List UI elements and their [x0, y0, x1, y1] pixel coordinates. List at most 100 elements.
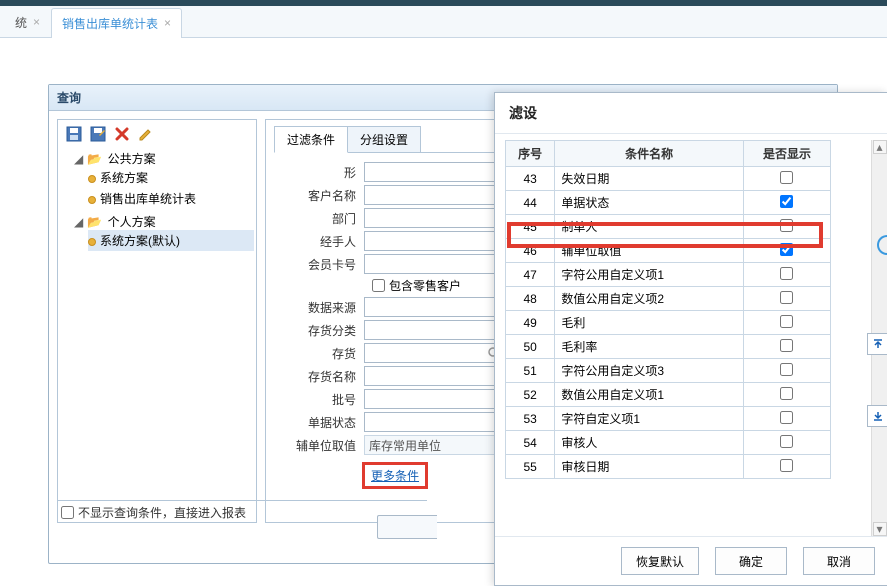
input-some[interactable]	[364, 162, 504, 182]
tab-group[interactable]: 分组设置	[347, 126, 421, 153]
move-up-top-button[interactable]	[867, 333, 887, 355]
close-icon[interactable]: ×	[164, 16, 171, 30]
tab-filter[interactable]: 过滤条件	[274, 126, 348, 153]
label-handler: 经手人	[284, 233, 364, 250]
include-retail-checkbox[interactable]	[372, 279, 385, 292]
table-row[interactable]: 52数值公用自定义项1	[506, 383, 831, 407]
tree-item[interactable]: 系统方案(默认)	[100, 234, 180, 248]
row-no: 55	[506, 455, 555, 479]
row-show-checkbox[interactable]	[780, 195, 793, 208]
folder-icon: 📂	[87, 215, 102, 229]
row-no: 47	[506, 263, 555, 287]
inv-class-input[interactable]	[364, 320, 504, 340]
tab-partial[interactable]: 统 ×	[4, 7, 51, 37]
row-show-checkbox[interactable]	[780, 459, 793, 472]
col-name: 条件名称	[555, 141, 744, 167]
tab-active-label: 销售出库单统计表	[62, 15, 158, 32]
scroll-down-icon[interactable]: ▾	[873, 522, 887, 536]
label-member: 会员卡号	[284, 256, 364, 273]
cancel-button[interactable]: 取消	[803, 547, 875, 575]
delete-icon[interactable]	[114, 126, 130, 142]
source-input[interactable]	[364, 297, 504, 317]
tree-pane: ◢ 📂 公共方案 系统方案 销售出库单统计表 ◢ 📂 个人方案 系统方	[57, 119, 257, 523]
item-icon	[88, 196, 96, 204]
handler-input[interactable]	[364, 231, 504, 251]
row-no: 43	[506, 167, 555, 191]
table-row[interactable]: 50毛利率	[506, 335, 831, 359]
row-no: 54	[506, 431, 555, 455]
row-show-checkbox[interactable]	[780, 363, 793, 376]
table-row[interactable]: 46辅单位取值	[506, 239, 831, 263]
batch-input[interactable]	[364, 389, 504, 409]
inv-input[interactable]	[364, 343, 504, 363]
row-name: 制单人	[555, 215, 744, 239]
save-as-icon[interactable]	[90, 126, 106, 142]
row-name: 字符公用自定义项3	[555, 359, 744, 383]
row-show-checkbox[interactable]	[780, 315, 793, 328]
row-name: 毛利率	[555, 335, 744, 359]
row-name: 数值公用自定义项2	[555, 287, 744, 311]
tree-public-label[interactable]: 公共方案	[108, 152, 156, 166]
customer-input[interactable]	[364, 185, 504, 205]
close-icon[interactable]: ×	[33, 15, 40, 29]
row-show-checkbox[interactable]	[780, 411, 793, 424]
status-input[interactable]	[364, 412, 504, 432]
row-no: 49	[506, 311, 555, 335]
member-input[interactable]	[364, 254, 504, 274]
row-show-checkbox[interactable]	[780, 267, 793, 280]
row-name: 审核日期	[555, 455, 744, 479]
row-name: 字符公用自定义项1	[555, 263, 744, 287]
label-inv: 存货	[284, 345, 364, 362]
table-row[interactable]: 49毛利	[506, 311, 831, 335]
table-row[interactable]: 54审核人	[506, 431, 831, 455]
table-row[interactable]: 48数值公用自定义项2	[506, 287, 831, 311]
label-aux-unit: 辅单位取值	[284, 437, 364, 454]
table-row[interactable]: 44单据状态	[506, 191, 831, 215]
skip-query-label: 不显示查询条件，直接进入报表	[78, 504, 246, 521]
table-row[interactable]: 47字符公用自定义项1	[506, 263, 831, 287]
more-conditions-link[interactable]: 更多条件	[371, 469, 419, 483]
ok-button[interactable]: 确定	[715, 547, 787, 575]
scroll-up-icon[interactable]: ▴	[873, 140, 887, 154]
table-row[interactable]: 55审核日期	[506, 455, 831, 479]
row-name: 数值公用自定义项1	[555, 383, 744, 407]
tree-item[interactable]: 系统方案	[100, 171, 148, 185]
inv-name-input[interactable]	[364, 366, 504, 386]
table-row[interactable]: 43失效日期	[506, 167, 831, 191]
save-icon[interactable]	[66, 126, 82, 142]
row-show-checkbox[interactable]	[780, 435, 793, 448]
row-name: 字符自定义项1	[555, 407, 744, 431]
table-row[interactable]: 45制单人	[506, 215, 831, 239]
label-customer: 客户名称	[284, 187, 364, 204]
tree-toggle-icon[interactable]: ◢	[74, 215, 84, 229]
cutoff-button[interactable]	[377, 515, 437, 539]
dept-input[interactable]	[364, 208, 504, 228]
row-no: 48	[506, 287, 555, 311]
conditions-table: 序号 条件名称 是否显示 43失效日期44单据状态45制单人46辅单位取值47字…	[505, 140, 831, 479]
row-show-checkbox[interactable]	[780, 291, 793, 304]
edit-icon[interactable]	[138, 126, 154, 142]
tree-toggle-icon[interactable]: ◢	[74, 152, 84, 166]
tree-item[interactable]: 销售出库单统计表	[100, 192, 196, 206]
row-show-checkbox[interactable]	[780, 219, 793, 232]
row-show-checkbox[interactable]	[780, 339, 793, 352]
tree-personal-label[interactable]: 个人方案	[108, 215, 156, 229]
tab-active[interactable]: 销售出库单统计表 ×	[51, 8, 182, 38]
aux-unit-value[interactable]: 库存常用单位	[364, 435, 504, 455]
row-name: 失效日期	[555, 167, 744, 191]
col-no: 序号	[506, 141, 555, 167]
row-show-checkbox[interactable]	[780, 171, 793, 184]
table-row[interactable]: 51字符公用自定义项3	[506, 359, 831, 383]
label: 形	[284, 164, 364, 181]
skip-query-checkbox[interactable]	[61, 506, 74, 519]
move-down-bottom-button[interactable]	[867, 405, 887, 427]
folder-icon: 📂	[87, 152, 102, 166]
row-show-checkbox[interactable]	[780, 243, 793, 256]
row-name: 审核人	[555, 431, 744, 455]
table-row[interactable]: 53字符自定义项1	[506, 407, 831, 431]
row-no: 45	[506, 215, 555, 239]
label-dept: 部门	[284, 210, 364, 227]
row-show-checkbox[interactable]	[780, 387, 793, 400]
row-no: 44	[506, 191, 555, 215]
restore-button[interactable]: 恢复默认	[621, 547, 699, 575]
